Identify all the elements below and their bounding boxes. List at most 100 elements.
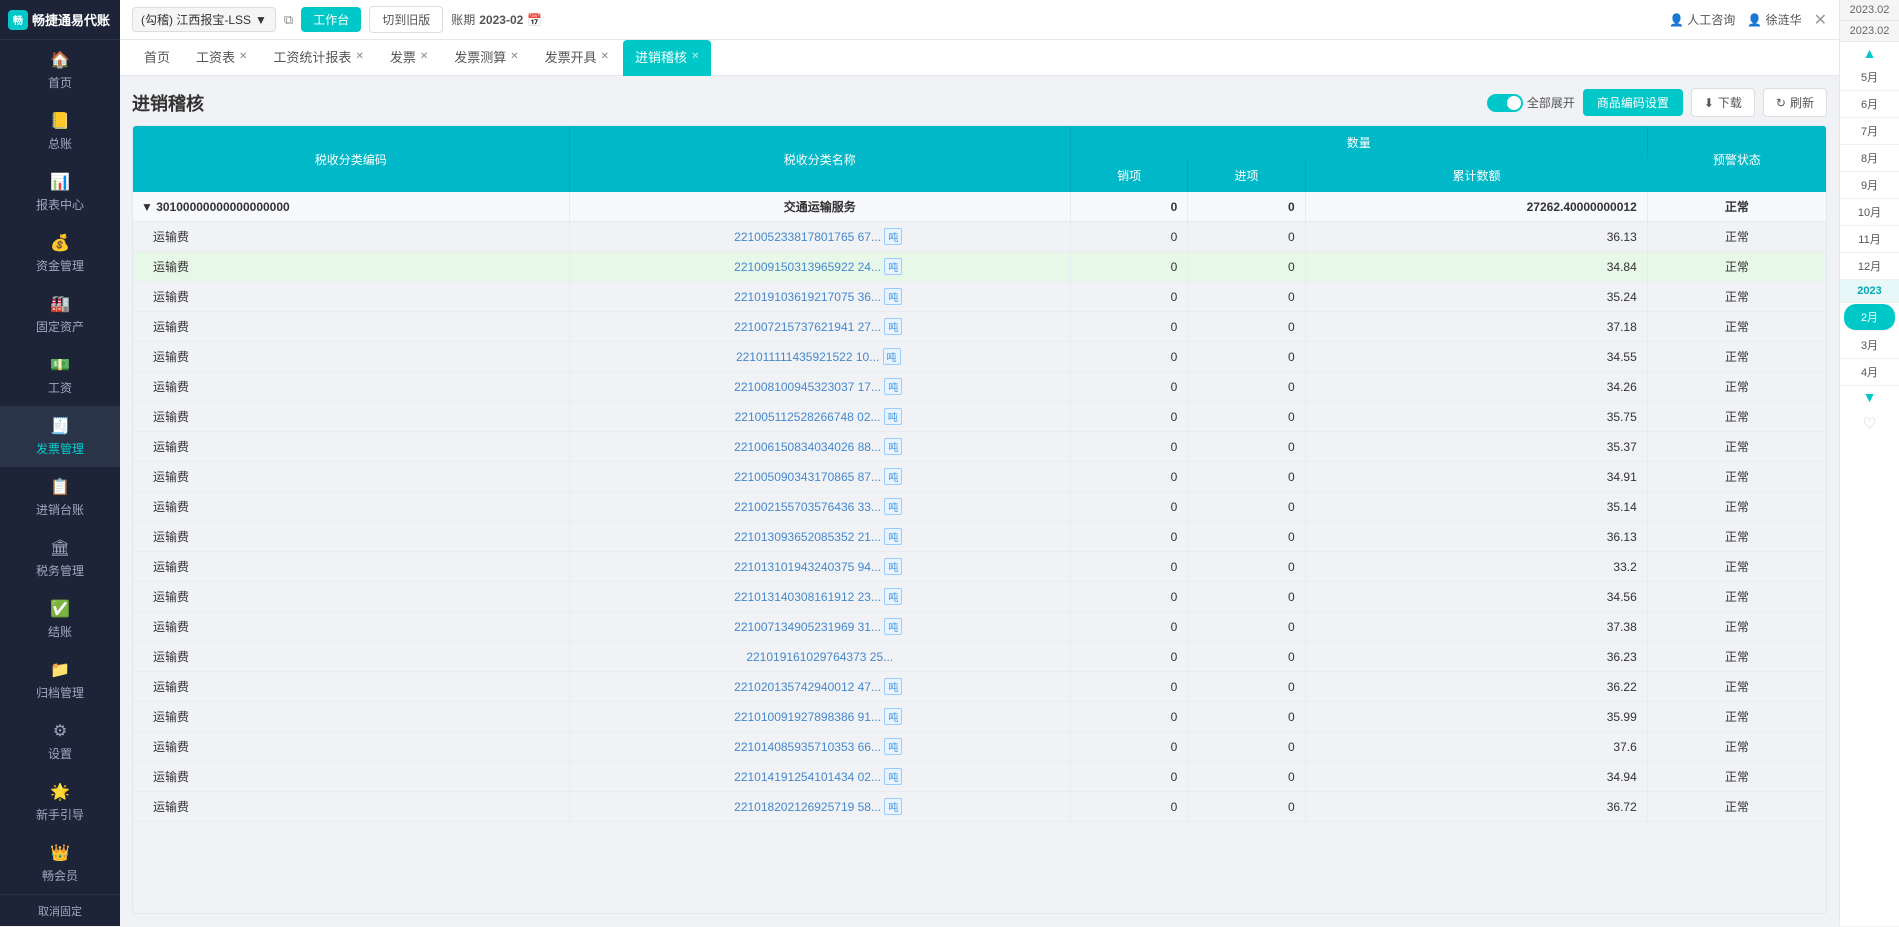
company-selector[interactable]: (勾稽) 江西报宝-LSS ▼ [132, 7, 276, 32]
refresh-button[interactable]: ↻ 刷新 [1763, 88, 1827, 117]
row-purchase: 0 [1188, 252, 1305, 282]
table-row[interactable]: 运输费 221014191254101434 02... 吨 0 0 34.94… [133, 762, 1826, 792]
tab-salary-report[interactable]: 工资统计报表 ✕ [261, 40, 375, 76]
user-avatar[interactable]: 👤 徐涟华 [1747, 11, 1801, 28]
close-window-button[interactable]: ✕ [1814, 10, 1827, 30]
month-4[interactable]: 4月 [1840, 359, 1899, 386]
row-name: 运输费 [133, 522, 569, 552]
tab-sales-audit-close[interactable]: ✕ [691, 51, 699, 62]
panel-arrow-up[interactable]: ▲ [1840, 42, 1899, 64]
home-icon: 🏠 [50, 50, 70, 70]
tab-salary-table-close[interactable]: ✕ [239, 51, 247, 62]
month-8[interactable]: 8月 [1840, 145, 1899, 172]
table-row[interactable]: 运输费 221014085935710353 66... 吨 0 0 37.6 … [133, 732, 1826, 762]
unit-tag: 吨 [884, 498, 902, 515]
table-row[interactable]: 运输费 221007134905231969 31... 吨 0 0 37.38… [133, 612, 1826, 642]
sidebar-item-home[interactable]: 🏠 首页 [0, 40, 120, 101]
sidebar-item-home-label: 首页 [48, 74, 72, 91]
sidebar-item-invoice[interactable]: 🧾 发票管理 [0, 406, 120, 467]
month-9[interactable]: 9月 [1840, 172, 1899, 199]
sidebar-item-funds[interactable]: 💰 资金管理 [0, 223, 120, 284]
tab-invoice[interactable]: 发票 ✕ [378, 40, 440, 76]
month-12[interactable]: 12月 [1840, 253, 1899, 280]
support-button[interactable]: 👤 人工咨询 [1669, 11, 1735, 28]
tab-invoice-issue-close[interactable]: ✕ [601, 51, 609, 62]
sidebar-item-tax[interactable]: 🏛 税务管理 [0, 528, 120, 589]
copy-icon[interactable]: ⧉ [284, 12, 293, 28]
month-11[interactable]: 11月 [1840, 226, 1899, 253]
support-icon: 👤 [1669, 13, 1684, 27]
workbench-button[interactable]: 工作台 [301, 7, 361, 32]
tab-invoice-issue[interactable]: 发票开具 ✕ [533, 40, 621, 76]
month-5[interactable]: 5月 [1840, 64, 1899, 91]
tab-sales-audit[interactable]: 进销稽核 ✕ [623, 40, 711, 76]
table-row[interactable]: ▼ 30100000000000000000 交通运输服务 0 0 27262.… [133, 192, 1826, 222]
sidebar-item-salary[interactable]: 💵 工资 [0, 345, 120, 406]
table-row[interactable]: 运输费 221002155703576436 33... 吨 0 0 35.14… [133, 492, 1826, 522]
sidebar-item-guide[interactable]: 🌟 新手引导 [0, 772, 120, 833]
table-row[interactable]: 运输费 221013101943240375 94... 吨 0 0 33.2 … [133, 552, 1826, 582]
tab-invoice-issue-label: 发票开具 [545, 47, 597, 66]
panel-arrow-down[interactable]: ▼ [1840, 386, 1899, 408]
member-icon: 👑 [50, 843, 70, 863]
table-row[interactable]: 运输费 221010091927898386 91... 吨 0 0 35.99… [133, 702, 1826, 732]
month-10[interactable]: 10月 [1840, 199, 1899, 226]
current-month[interactable]: 2月 [1844, 304, 1895, 331]
table-row[interactable]: 运输费 221005233817801765 67... 吨 0 0 36.13… [133, 222, 1826, 252]
product-code-settings-button[interactable]: 商品编码设置 [1583, 89, 1683, 116]
calendar-icon[interactable]: 📅 [527, 13, 542, 27]
sidebar-item-close[interactable]: ✅ 结账 [0, 589, 120, 650]
sidebar-item-member[interactable]: 👑 畅会员 [0, 833, 120, 894]
sidebar-item-ledger[interactable]: 📒 总账 [0, 101, 120, 162]
sidebar-item-archive[interactable]: 📁 归档管理 [0, 650, 120, 711]
row-purchase: 0 [1188, 462, 1305, 492]
row-cumulative: 34.26 [1305, 372, 1647, 402]
table-row[interactable]: 运输费 221006150834034026 88... 吨 0 0 35.37… [133, 432, 1826, 462]
tab-salary-report-close[interactable]: ✕ [355, 51, 363, 62]
table-row[interactable]: 运输费 221019103619217075 36... 吨 0 0 35.24… [133, 282, 1826, 312]
close-period-icon: ✅ [50, 599, 70, 619]
switch-version-button[interactable]: 切到旧版 [369, 6, 443, 33]
table-row[interactable]: 运输费 221013140308161912 23... 吨 0 0 34.56… [133, 582, 1826, 612]
unpin-button[interactable]: 取消固定 [0, 894, 120, 927]
tab-home[interactable]: 首页 [132, 40, 182, 76]
download-button[interactable]: ⬇ 下载 [1691, 88, 1755, 117]
row-name: 运输费 [133, 582, 569, 612]
row-code: 221013093652085352 21... 吨 [569, 522, 1070, 552]
row-sale: 0 [1070, 222, 1187, 252]
download-icon: ⬇ [1704, 96, 1714, 110]
tab-invoice-close[interactable]: ✕ [420, 51, 428, 62]
month-3[interactable]: 3月 [1840, 332, 1899, 359]
th-quantity-group: 数量 [1070, 126, 1647, 159]
table-row[interactable]: 运输费 221019161029764373 25... 0 0 36.23 正… [133, 642, 1826, 672]
tab-invoice-calc[interactable]: 发票测算 ✕ [442, 40, 530, 76]
row-purchase: 0 [1188, 672, 1305, 702]
table-row[interactable]: 运输费 221011111435921522 10... 吨 0 0 34.55… [133, 342, 1826, 372]
month-7[interactable]: 7月 [1840, 118, 1899, 145]
sidebar-item-assets[interactable]: 🏭 固定资产 [0, 284, 120, 345]
month-6[interactable]: 6月 [1840, 91, 1899, 118]
table-row[interactable]: 运输费 221018202126925719 58... 吨 0 0 36.72… [133, 792, 1826, 822]
row-purchase: 0 [1188, 732, 1305, 762]
row-code: 221011111435921522 10... 吨 [569, 342, 1070, 372]
sidebar-item-reports[interactable]: 📊 报表中心 [0, 162, 120, 223]
tab-invoice-calc-close[interactable]: ✕ [510, 51, 518, 62]
table-row[interactable]: 运输费 221009150313965922 24... 吨 0 0 34.84… [133, 252, 1826, 282]
row-sale: 0 [1070, 252, 1187, 282]
tab-salary-table[interactable]: 工资表 ✕ [184, 40, 259, 76]
row-purchase: 0 [1188, 552, 1305, 582]
table-row[interactable]: 运输费 221007215737621941 27... 吨 0 0 37.18… [133, 312, 1826, 342]
row-name: 运输费 [133, 402, 569, 432]
table-row[interactable]: 运输费 221020135742940012 47... 吨 0 0 36.22… [133, 672, 1826, 702]
row-purchase: 0 [1188, 522, 1305, 552]
year-2023-label-2[interactable]: 2023.02 [1840, 21, 1899, 42]
table-row[interactable]: 运输费 221008100945323037 17... 吨 0 0 34.26… [133, 372, 1826, 402]
table-row[interactable]: 运输费 221005112528266748 02... 吨 0 0 35.75… [133, 402, 1826, 432]
table-row[interactable]: 运输费 221013093652085352 21... 吨 0 0 36.13… [133, 522, 1826, 552]
year-2023-label-1[interactable]: 2023.02 [1840, 0, 1899, 21]
table-row[interactable]: 运输费 221005090343170865 87... 吨 0 0 34.91… [133, 462, 1826, 492]
expand-toggle[interactable] [1487, 94, 1523, 112]
sidebar-item-sales-ledger[interactable]: 📋 进销台账 [0, 467, 120, 528]
sidebar-item-settings[interactable]: ⚙ 设置 [0, 711, 120, 772]
row-cumulative: 37.6 [1305, 732, 1647, 762]
